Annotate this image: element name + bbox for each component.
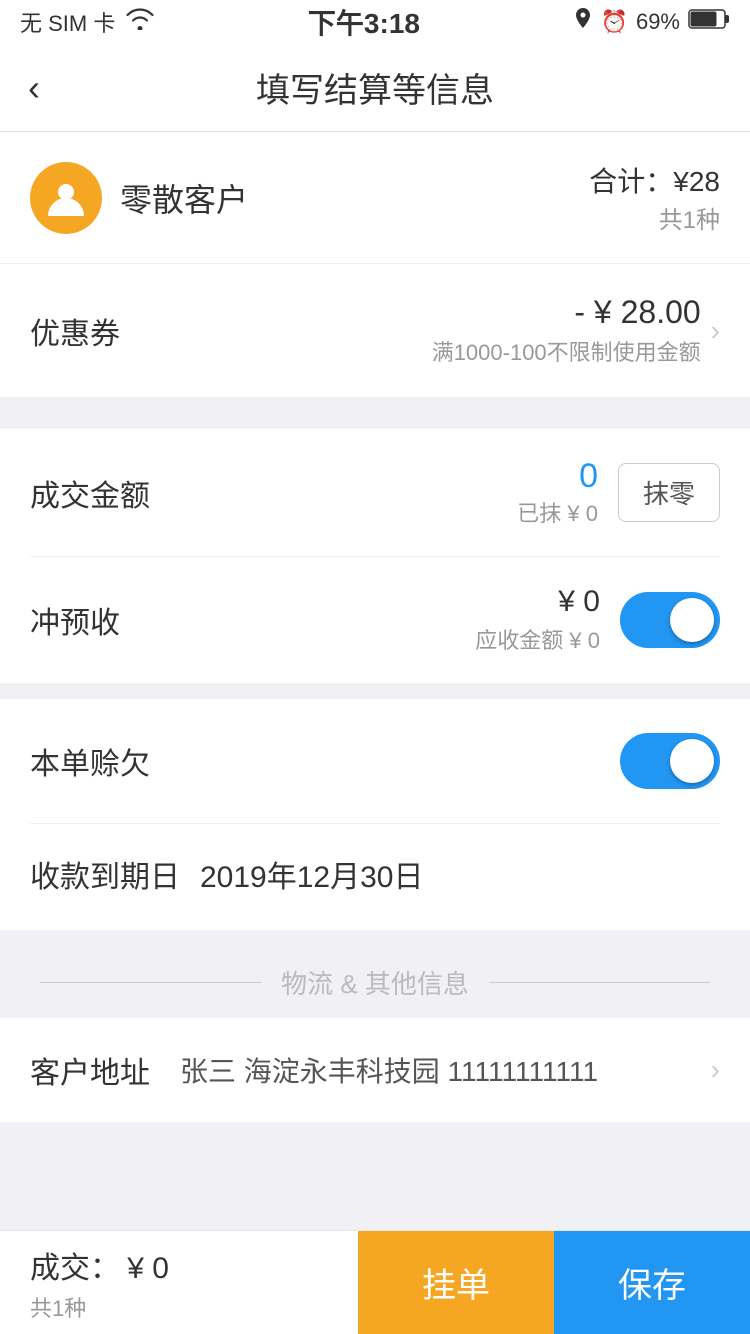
coupon-chevron: › (711, 315, 720, 347)
due-date-value: 2019年12月30日 (200, 852, 423, 896)
amount-value-col: 0 已抹 ¥ 0 (517, 457, 598, 528)
amount-value: 0 (517, 457, 598, 496)
debt-section: 本单赊欠 收款到期日 2019年12月30日 (0, 699, 750, 930)
separator-3 (0, 930, 750, 946)
deal-amount: ¥ 0 (127, 1252, 169, 1285)
battery-icon (688, 8, 730, 36)
bottom-bar: 成交： ¥ 0 共1种 挂单 保存 (0, 1230, 750, 1334)
coupon-row[interactable]: 优惠券 - ¥ 28.00 满1000-100不限制使用金额 › (0, 263, 750, 397)
due-date-row: 收款到期日 2019年12月30日 (30, 823, 720, 930)
debt-toggle[interactable] (620, 733, 720, 789)
status-right: ⏰ 69% (573, 8, 730, 36)
location-icon (573, 8, 593, 36)
address-row[interactable]: 客户地址 张三 海淀永丰科技园 11111111111 › (30, 1018, 720, 1122)
customer-row: 零散客户 合计：¥28 共1种 (0, 132, 750, 263)
bottom-summary: 成交： ¥ 0 共1种 (0, 1243, 358, 1323)
total-label: 合计：¥28 (589, 160, 720, 200)
pre-receipt-toggle[interactable] (620, 592, 720, 648)
alarm-icon: ⏰ (601, 9, 628, 35)
pre-receipt-label: 冲预收 (30, 598, 120, 642)
due-date-label: 收款到期日 (30, 852, 180, 896)
battery-label: 69% (636, 9, 680, 35)
pre-amount: ¥ 0 应收金额 ¥ 0 (475, 585, 600, 655)
status-left: 无 SIM 卡 (20, 6, 155, 38)
amount-row: 成交金额 0 已抹 ¥ 0 抹零 (30, 429, 720, 557)
status-time: 下午3:18 (308, 2, 420, 42)
debt-row: 本单赊欠 (30, 699, 720, 823)
coupon-right: - ¥ 28.00 满1000-100不限制使用金额 › (432, 294, 720, 367)
pre-receipt-row: 冲预收 ¥ 0 应收金额 ¥ 0 (30, 557, 720, 683)
address-label: 客户地址 (30, 1048, 150, 1092)
bottom-count: 共1种 (30, 1291, 328, 1323)
pre-amount-val: ¥ 0 (475, 585, 600, 619)
back-button[interactable]: ‹ (28, 67, 40, 109)
customer-section: 零散客户 合计：¥28 共1种 优惠券 - ¥ 28.00 满1000-100不… (0, 132, 750, 397)
total-count: 共1种 (589, 200, 720, 235)
divider-line-left (40, 982, 261, 983)
logistics-divider: 物流 & 其他信息 (0, 964, 750, 1001)
wifi-icon (125, 8, 155, 36)
separator-1 (0, 413, 750, 429)
main-content: 零散客户 合计：¥28 共1种 优惠券 - ¥ 28.00 满1000-100不… (0, 132, 750, 1258)
logistics-section: 物流 & 其他信息 (0, 946, 750, 1018)
status-bar: 无 SIM 卡 下午3:18 ⏰ 69% (0, 0, 750, 44)
pre-amount-sub: 应收金额 ¥ 0 (475, 623, 600, 655)
page-title: 填写结算等信息 (256, 63, 494, 112)
debt-label: 本单赊欠 (30, 739, 150, 783)
deal-prefix: 成交： (30, 1252, 120, 1285)
divider-line-right (489, 982, 710, 983)
coupon-desc: 满1000-100不限制使用金额 (432, 335, 701, 367)
customer-right: 合计：¥28 共1种 (589, 160, 720, 235)
avatar (30, 162, 102, 234)
separator-2 (0, 683, 750, 699)
amount-label: 成交金额 (30, 471, 150, 515)
coupon-discount: - ¥ 28.00 (432, 294, 701, 331)
round-button[interactable]: 抹零 (618, 463, 720, 522)
pending-button[interactable]: 挂单 (358, 1231, 554, 1334)
amount-section: 成交金额 0 已抹 ¥ 0 抹零 冲预收 ¥ 0 应收金额 ¥ 0 (0, 429, 750, 683)
customer-name: 零散客户 (120, 175, 248, 221)
address-value: 张三 海淀永丰科技园 11111111111 (180, 1050, 711, 1090)
address-section: 客户地址 张三 海淀永丰科技园 11111111111 › (0, 1018, 750, 1122)
save-button[interactable]: 保存 (554, 1231, 750, 1334)
nav-bar: ‹ 填写结算等信息 (0, 44, 750, 132)
address-chevron: › (711, 1054, 720, 1086)
amount-sub: 已抹 ¥ 0 (517, 496, 598, 528)
no-sim-label: 无 SIM 卡 (20, 6, 115, 38)
coupon-label: 优惠券 (30, 309, 120, 353)
coupon-value: - ¥ 28.00 满1000-100不限制使用金额 (432, 294, 701, 367)
bottom-deal-label: 成交： ¥ 0 (30, 1243, 328, 1287)
customer-left: 零散客户 (30, 162, 248, 234)
amount-right: 0 已抹 ¥ 0 抹零 (517, 457, 720, 528)
pre-receipt-right: ¥ 0 应收金额 ¥ 0 (475, 585, 720, 655)
logistics-label: 物流 & 其他信息 (281, 964, 469, 1001)
